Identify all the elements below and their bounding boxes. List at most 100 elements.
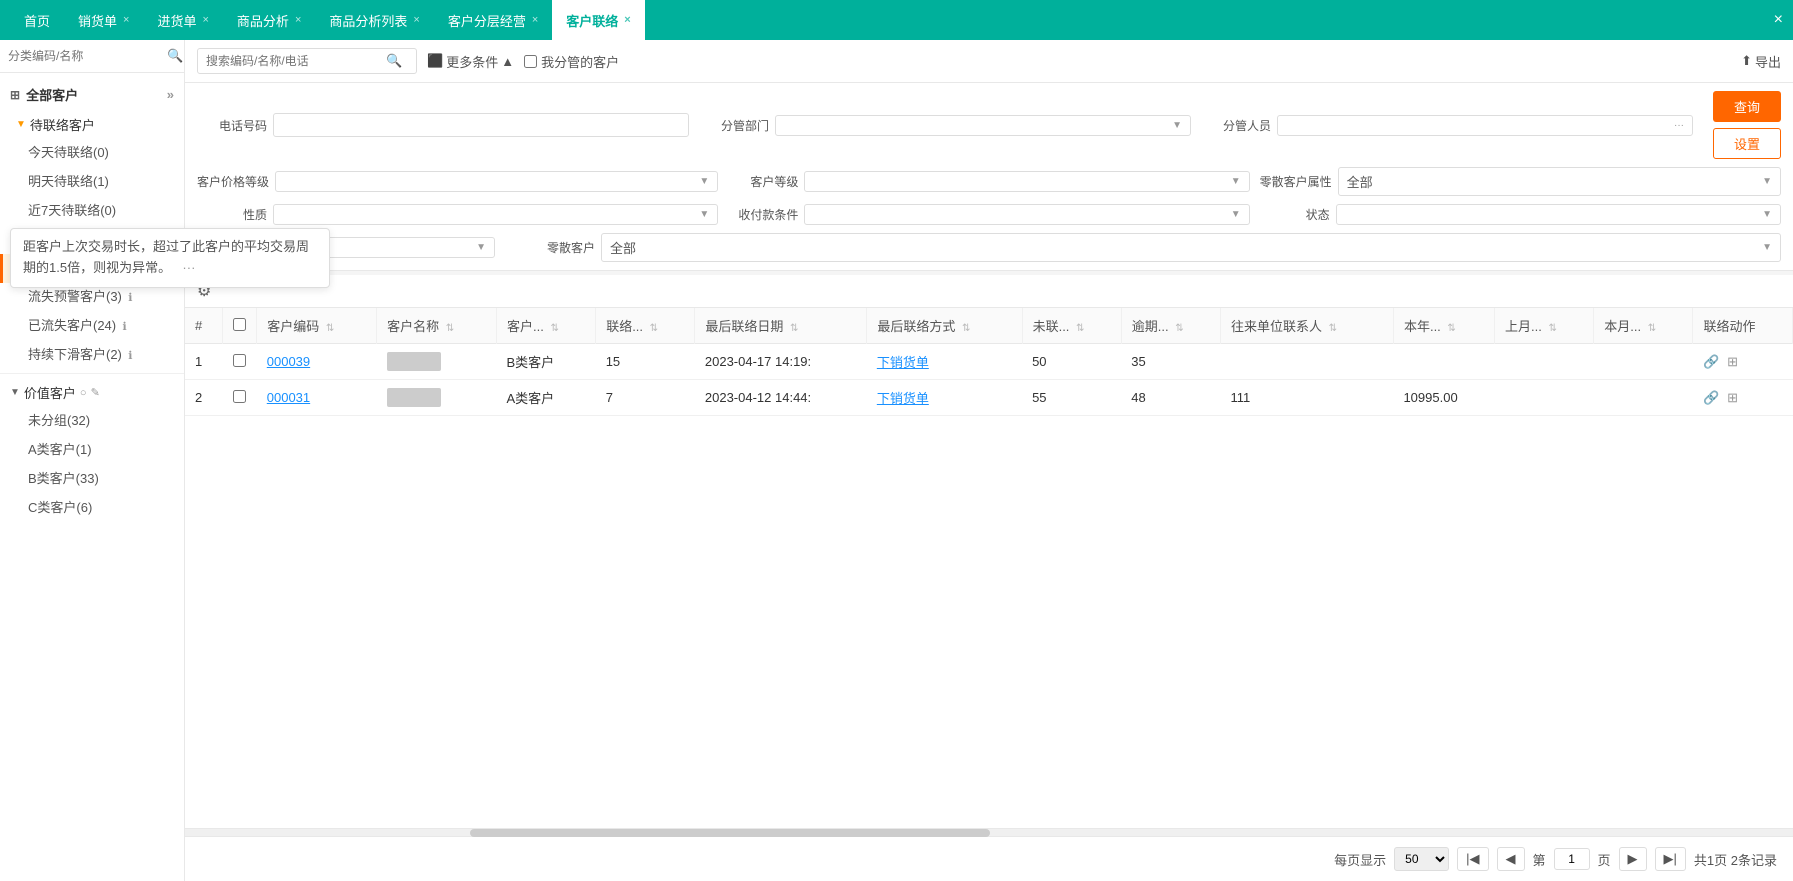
nav-customer-segmentation[interactable]: 客户分层经营 × xyxy=(434,0,552,40)
sidebar-search-input[interactable] xyxy=(8,49,163,63)
dept-select[interactable]: ▼ xyxy=(775,115,1191,136)
retail-attr-select[interactable]: 全部 ▼ xyxy=(1338,167,1781,196)
tooltip-dots[interactable]: ··· xyxy=(182,260,195,275)
cell-code-1[interactable]: 000039 xyxy=(257,344,377,380)
sidebar-item-tomorrow[interactable]: 明天待联络(1) xyxy=(0,168,184,197)
status-select[interactable]: ▼ xyxy=(1336,204,1781,225)
nav-product-analysis[interactable]: 商品分析 × xyxy=(223,0,315,40)
price-level-select[interactable]: ▼ xyxy=(275,171,718,192)
col-overdue[interactable]: 逾期... ⇅ xyxy=(1121,308,1220,344)
edit-icon-2[interactable]: ✎ xyxy=(91,386,100,399)
customer-level-select[interactable]: ▼ xyxy=(804,171,1249,192)
sidebar-item-c[interactable]: C类客户(6) xyxy=(0,494,184,523)
query-button[interactable]: 查询 xyxy=(1713,91,1781,122)
action-grid-icon-2[interactable]: ⊞ xyxy=(1727,390,1738,406)
nav-sales-close[interactable]: × xyxy=(123,14,129,26)
nav-product-list-close[interactable]: × xyxy=(413,14,419,26)
table-row: 2 000031 A类客户 7 xyxy=(185,380,1793,416)
col-last-date[interactable]: 最后联络日期 ⇅ xyxy=(695,308,867,344)
col-category[interactable]: 客户... ⇅ xyxy=(496,308,595,344)
customer-name-blur-1 xyxy=(387,352,441,371)
content-area: 🔍 ⬛ 更多条件 ▲ 我分管的客户 ⬆ 导出 电话号码 xyxy=(185,40,1793,881)
sidebar-item-7days[interactable]: 近7天待联络(0) xyxy=(0,197,184,226)
nav-purchase-close[interactable]: × xyxy=(202,14,208,26)
scrollbar-thumb[interactable] xyxy=(470,829,990,837)
sort-icon-year: ⇅ xyxy=(1447,323,1455,334)
person-select[interactable]: ··· xyxy=(1277,115,1693,136)
col-last-month[interactable]: 上月... ⇅ xyxy=(1495,308,1594,344)
phone-input[interactable] xyxy=(273,113,689,137)
select-all-checkbox[interactable] xyxy=(233,318,246,331)
col-checkbox xyxy=(223,308,257,344)
col-name[interactable]: 客户名称 ⇅ xyxy=(377,308,497,344)
col-company-contact[interactable]: 往来单位联系人 ⇅ xyxy=(1220,308,1393,344)
edit-icon[interactable]: ○ xyxy=(80,387,87,399)
sidebar-section-pending[interactable]: ▼ 待联络客户 xyxy=(0,110,184,139)
retail-customer-select[interactable]: 全部 ▼ xyxy=(601,233,1781,262)
col-this-month[interactable]: 本月... ⇅ xyxy=(1594,308,1693,344)
horizontal-scrollbar[interactable] xyxy=(185,828,1793,836)
sidebar-item-lost[interactable]: 已流失客户(24) ℹ xyxy=(0,312,184,341)
action-link-icon-2[interactable]: 🔗 xyxy=(1703,390,1719,406)
sidebar-section-value[interactable]: ▼ 价值客户 ○ ✎ xyxy=(0,378,184,407)
sidebar-item-ungrouped[interactable]: 未分组(32) xyxy=(0,407,184,436)
filter-search-input[interactable] xyxy=(206,54,386,68)
action-link-icon-1[interactable]: 🔗 xyxy=(1703,354,1719,370)
cell-pending-2: 55 xyxy=(1022,380,1121,416)
sidebar-divider xyxy=(0,373,184,374)
filter-row-2: 客户价格等级 ▼ 客户等级 ▼ 零散客户属性 全部 xyxy=(197,167,1781,196)
action-grid-icon-1[interactable]: ⊞ xyxy=(1727,354,1738,370)
filter-row-3: 性质 ▼ 收付款条件 ▼ 状态 xyxy=(197,204,1781,225)
next-page-button[interactable]: ▶ xyxy=(1619,847,1647,871)
action-buttons: 查询 设置 xyxy=(1713,91,1781,159)
close-all-button[interactable]: × xyxy=(1774,11,1783,29)
my-customers-checkbox[interactable] xyxy=(524,55,537,68)
cell-method-1[interactable]: 下销货单 xyxy=(867,344,1022,380)
cell-code-2[interactable]: 000031 xyxy=(257,380,377,416)
prev-page-button[interactable]: ◀ xyxy=(1497,847,1525,871)
col-last-method[interactable]: 最后联络方式 ⇅ xyxy=(867,308,1022,344)
nav-customer-contact[interactable]: 客户联络 × xyxy=(552,0,644,40)
sidebar-item-today[interactable]: 今天待联络(0) xyxy=(0,139,184,168)
more-conditions-button[interactable]: ⬛ 更多条件 ▲ xyxy=(427,52,514,71)
filter-search-icon[interactable]: 🔍 xyxy=(386,53,402,69)
nav-product-analysis-close[interactable]: × xyxy=(295,14,301,26)
nav-contact-close[interactable]: × xyxy=(624,14,630,26)
col-action: 联络动作 xyxy=(1693,308,1793,344)
sidebar-item-declining[interactable]: 持续下滑客户(2) ℹ xyxy=(0,341,184,370)
col-pending[interactable]: 未联... ⇅ xyxy=(1022,308,1121,344)
sidebar: 🔍 ⊞ 全部客户 » ▼ 待联络客户 今天待联络(0) 明天待联络(1) 近7天… xyxy=(0,40,185,881)
table-row: 1 000039 B类客户 15 xyxy=(185,344,1793,380)
row-checkbox-1[interactable] xyxy=(233,354,246,367)
gender-select[interactable]: ▼ xyxy=(273,204,718,225)
first-page-button[interactable]: |◀ xyxy=(1457,847,1488,871)
settings-button[interactable]: 设置 xyxy=(1713,128,1781,159)
table-scroll[interactable]: # 客户编码 ⇅ 客户名称 ⇅ xyxy=(185,308,1793,828)
col-current-year[interactable]: 本年... ⇅ xyxy=(1393,308,1494,344)
page-number-input[interactable] xyxy=(1554,848,1590,870)
arrow-icon: ▼ xyxy=(16,119,26,130)
sidebar-search-icon[interactable]: 🔍 xyxy=(167,48,183,64)
nav-product-list[interactable]: 商品分析列表 × xyxy=(315,0,433,40)
page-size-select[interactable]: 50 20 100 xyxy=(1394,847,1449,871)
nav-segmentation-close[interactable]: × xyxy=(532,14,538,26)
cell-year-2: 10995.00 xyxy=(1393,380,1494,416)
sidebar-all-customers[interactable]: ⊞ 全部客户 » xyxy=(0,79,184,110)
col-contact[interactable]: 联络... ⇅ xyxy=(596,308,695,344)
filter-gender: 性质 ▼ xyxy=(197,204,718,225)
row-checkbox-2[interactable] xyxy=(233,390,246,403)
nav-purchase[interactable]: 进货单 × xyxy=(143,0,222,40)
customer-name-blur-2 xyxy=(387,388,441,407)
export-button[interactable]: ⬆ 导出 xyxy=(1741,52,1781,71)
payment-select[interactable]: ▼ xyxy=(804,204,1249,225)
sidebar-collapse-button[interactable]: » xyxy=(167,87,174,102)
last-page-button[interactable]: ▶| xyxy=(1655,847,1686,871)
filter-person: 分管人员 ··· xyxy=(1201,115,1693,136)
nav-home[interactable]: 首页 xyxy=(10,0,64,40)
col-code[interactable]: 客户编码 ⇅ xyxy=(257,308,377,344)
nav-sales[interactable]: 销货单 × xyxy=(64,0,143,40)
filter-icon: ⬛ xyxy=(427,53,443,69)
sidebar-item-a[interactable]: A类客户(1) xyxy=(0,436,184,465)
cell-method-2[interactable]: 下销货单 xyxy=(867,380,1022,416)
sidebar-item-b[interactable]: B类客户(33) xyxy=(0,465,184,494)
